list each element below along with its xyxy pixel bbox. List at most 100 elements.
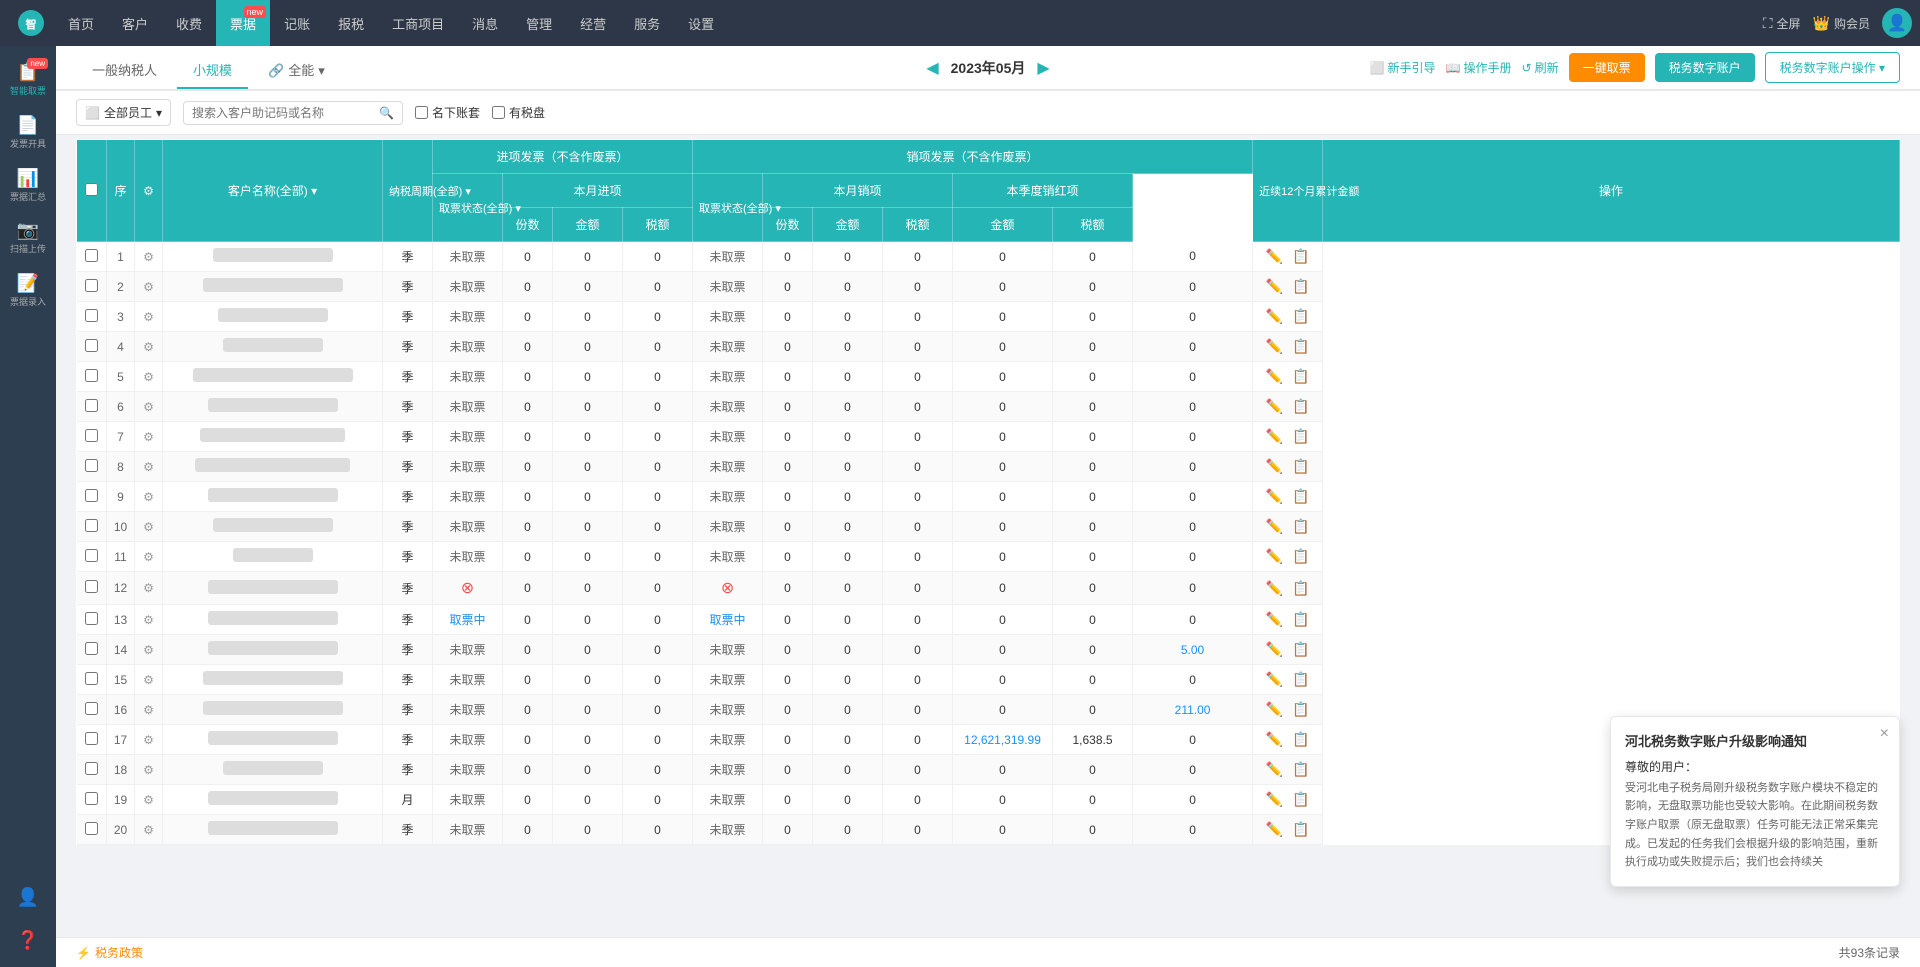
row-checkbox[interactable] (77, 482, 107, 512)
action-edit-icon[interactable]: ✏️ (1266, 248, 1283, 264)
action-edit-icon[interactable]: ✏️ (1266, 641, 1283, 657)
action-edit-icon[interactable]: ✏️ (1266, 731, 1283, 747)
action-copy-icon[interactable]: 📋 (1292, 791, 1309, 807)
sidebar-item-invoice-entry[interactable]: 📝 票据录入 (0, 265, 56, 316)
row-checkbox[interactable] (77, 572, 107, 605)
employee-filter[interactable]: ⬜ 全部员工 ▾ (76, 99, 171, 126)
action-edit-icon[interactable]: ✏️ (1266, 428, 1283, 444)
row-settings[interactable]: ⚙ (135, 725, 163, 755)
action-edit-icon[interactable]: ✏️ (1266, 488, 1283, 504)
row-checkbox[interactable] (77, 542, 107, 572)
row-checkbox[interactable] (77, 755, 107, 785)
nav-item-service[interactable]: 服务 (620, 0, 674, 46)
row-settings[interactable]: ⚙ (135, 242, 163, 272)
notification-close-btn[interactable]: × (1880, 725, 1889, 743)
action-copy-icon[interactable]: 📋 (1292, 368, 1309, 384)
nav-item-fee[interactable]: 收费 (162, 0, 216, 46)
fullscreen-btn[interactable]: ⛶ 全屏 (1763, 15, 1801, 32)
nav-item-client[interactable]: 客户 (108, 0, 162, 46)
nav-item-bookkeeping[interactable]: 记账 (270, 0, 324, 46)
nav-item-operation[interactable]: 经营 (566, 0, 620, 46)
my-accounts-checkbox[interactable]: 名下账套 (415, 104, 480, 121)
row-settings[interactable]: ⚙ (135, 302, 163, 332)
row-checkbox[interactable] (77, 665, 107, 695)
select-all-checkbox[interactable] (85, 183, 98, 196)
action-edit-icon[interactable]: ✏️ (1266, 580, 1283, 596)
row-settings[interactable]: ⚙ (135, 785, 163, 815)
sidebar-item-invoice-summary[interactable]: 📊 票据汇总 (0, 160, 56, 211)
row-checkbox[interactable] (77, 785, 107, 815)
row-checkbox[interactable] (77, 392, 107, 422)
refresh-link[interactable]: ↺ 刷新 (1522, 59, 1559, 76)
search-input[interactable] (192, 106, 375, 120)
action-edit-icon[interactable]: ✏️ (1266, 338, 1283, 354)
action-copy-icon[interactable]: 📋 (1292, 308, 1309, 324)
member-btn[interactable]: 👑 购会员 (1813, 15, 1870, 32)
action-copy-icon[interactable]: 📋 (1292, 488, 1309, 504)
action-edit-icon[interactable]: ✏️ (1266, 611, 1283, 627)
row-settings[interactable]: ⚙ (135, 482, 163, 512)
manual-link[interactable]: 📖 操作手册 (1446, 59, 1512, 76)
action-copy-icon[interactable]: 📋 (1292, 731, 1309, 747)
row-settings[interactable]: ⚙ (135, 512, 163, 542)
prev-month-btn[interactable]: ◀ (926, 58, 938, 78)
action-edit-icon[interactable]: ✏️ (1266, 308, 1283, 324)
action-copy-icon[interactable]: 📋 (1292, 641, 1309, 657)
col-client-header[interactable]: 客户名称(全部) ▾ (163, 140, 383, 242)
row-checkbox[interactable] (77, 725, 107, 755)
action-copy-icon[interactable]: 📋 (1292, 671, 1309, 687)
search-icon[interactable]: 🔍 (379, 106, 394, 120)
digital-account-btn[interactable]: 税务数字账户 (1655, 53, 1755, 82)
row-settings[interactable]: ⚙ (135, 332, 163, 362)
row-settings[interactable]: ⚙ (135, 815, 163, 845)
col-in-status-header[interactable]: 取票状态(全部) ▾ (433, 174, 503, 242)
row-settings[interactable]: ⚙ (135, 392, 163, 422)
action-edit-icon[interactable]: ✏️ (1266, 821, 1283, 837)
row-settings[interactable]: ⚙ (135, 695, 163, 725)
tab-general-taxpayer[interactable]: 一般纳税人 (76, 46, 173, 89)
action-edit-icon[interactable]: ✏️ (1266, 761, 1283, 777)
row-checkbox[interactable] (77, 272, 107, 302)
tab-small-scale[interactable]: 小规模 (177, 46, 248, 89)
action-edit-icon[interactable]: ✏️ (1266, 278, 1283, 294)
action-edit-icon[interactable]: ✏️ (1266, 701, 1283, 717)
nav-item-business[interactable]: 工商项目 (378, 0, 458, 46)
row-settings[interactable]: ⚙ (135, 272, 163, 302)
nav-item-home[interactable]: 首页 (54, 0, 108, 46)
action-copy-icon[interactable]: 📋 (1292, 248, 1309, 264)
row-settings[interactable]: ⚙ (135, 452, 163, 482)
row-checkbox[interactable] (77, 452, 107, 482)
action-copy-icon[interactable]: 📋 (1292, 338, 1309, 354)
nav-item-message[interactable]: 消息 (458, 0, 512, 46)
row-settings[interactable]: ⚙ (135, 755, 163, 785)
row-checkbox[interactable] (77, 362, 107, 392)
row-settings[interactable]: ⚙ (135, 422, 163, 452)
row-checkbox[interactable] (77, 302, 107, 332)
nav-item-manage[interactable]: 管理 (512, 0, 566, 46)
action-edit-icon[interactable]: ✏️ (1266, 518, 1283, 534)
digital-account-ops-btn[interactable]: 税务数字账户操作 ▾ (1765, 52, 1900, 83)
action-edit-icon[interactable]: ✏️ (1266, 671, 1283, 687)
row-checkbox[interactable] (77, 512, 107, 542)
next-month-btn[interactable]: ▶ (1037, 58, 1049, 78)
sidebar-item-help[interactable]: ❓ (0, 922, 56, 959)
row-checkbox[interactable] (77, 422, 107, 452)
has-taxpad-checkbox[interactable]: 有税盘 (492, 104, 545, 121)
action-copy-icon[interactable]: 📋 (1292, 580, 1309, 596)
action-copy-icon[interactable]: 📋 (1292, 278, 1309, 294)
row-settings[interactable]: ⚙ (135, 605, 163, 635)
one-click-take-btn[interactable]: 一键取票 (1569, 53, 1645, 82)
row-checkbox[interactable] (77, 605, 107, 635)
has-taxpad-check[interactable] (492, 106, 505, 119)
action-edit-icon[interactable]: ✏️ (1266, 368, 1283, 384)
row-settings[interactable]: ⚙ (135, 665, 163, 695)
sidebar-item-user[interactable]: 👤 (0, 879, 56, 916)
action-copy-icon[interactable]: 📋 (1292, 701, 1309, 717)
row-checkbox[interactable] (77, 242, 107, 272)
tax-policy-link[interactable]: ⚡ 税务政策 (76, 944, 143, 961)
nav-item-settings[interactable]: 设置 (674, 0, 728, 46)
row-checkbox[interactable] (77, 635, 107, 665)
new-guide-link[interactable]: ⬜ 新手引导 (1370, 59, 1436, 76)
row-checkbox[interactable] (77, 332, 107, 362)
row-settings[interactable]: ⚙ (135, 635, 163, 665)
